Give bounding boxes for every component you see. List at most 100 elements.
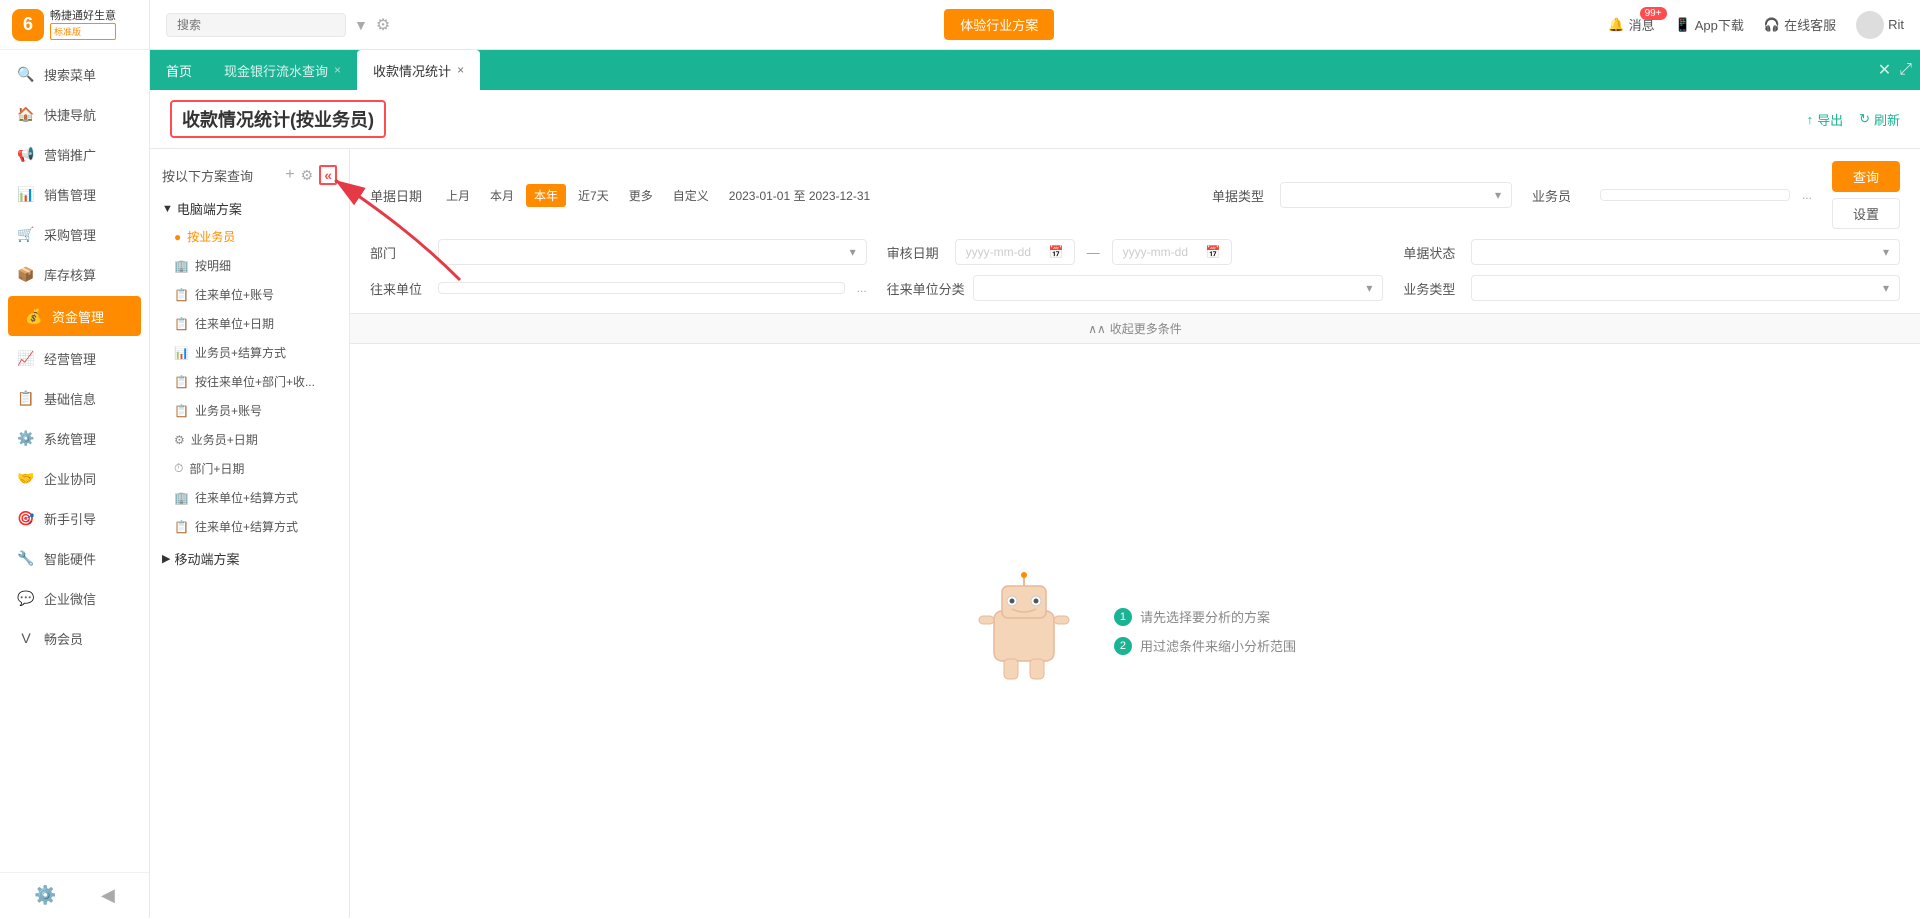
dropdown-icon[interactable]: ▼ xyxy=(354,17,368,33)
filter-docstatus-item: 单据状态 ▾ xyxy=(1403,239,1900,265)
scheme-item-salesman[interactable]: ● 按业务员 xyxy=(150,222,349,251)
filter-actions: 查询 设置 xyxy=(1832,161,1900,229)
tab-collection-stats[interactable]: 收款情况统计 × xyxy=(357,50,480,90)
counterpart-select[interactable] xyxy=(438,282,845,294)
operations-icon: 📈 xyxy=(16,348,36,368)
sidebar-item-basic[interactable]: 📋 基础信息 xyxy=(0,378,149,418)
tab-home-label: 首页 xyxy=(166,61,192,80)
search-input[interactable] xyxy=(166,13,346,37)
sidebar-item-quick-nav[interactable]: 🏠 快捷导航 xyxy=(0,94,149,134)
date-tab-more[interactable]: 更多 xyxy=(621,184,661,207)
sidebar-item-sales[interactable]: 📊 销售管理 xyxy=(0,174,149,214)
salesman-more-icon[interactable]: ... xyxy=(1802,188,1812,202)
date-tab-last-month[interactable]: 上月 xyxy=(438,184,478,207)
page-content: 收款情况统计(按业务员) ↑ 导出 ↻ 刷新 按以下方案查询 + xyxy=(150,90,1920,918)
sidebar-item-search[interactable]: 🔍 搜索菜单 xyxy=(0,54,149,94)
date-tab-custom[interactable]: 自定义 xyxy=(665,184,717,207)
review-date-from[interactable]: yyyy-mm-dd 📅 xyxy=(955,239,1075,265)
date-tab-this-year[interactable]: 本年 xyxy=(526,184,566,207)
scheme-item-unit-date[interactable]: 📋 往来单位+日期 xyxy=(150,309,349,338)
system-icon: ⚙️ xyxy=(16,428,36,448)
filter-row-1: 单据日期 上月 本月 本年 近7天 更多 自定义 2023-01-01 至 20… xyxy=(370,161,1900,229)
scheme-item-detail[interactable]: 🏢 按明细 xyxy=(150,251,349,280)
window-close-icon[interactable]: ✕ xyxy=(1878,60,1891,80)
user-avatar-item[interactable]: Rit xyxy=(1856,11,1904,39)
collapse-panel-icon[interactable]: « xyxy=(319,165,337,185)
doctype-select[interactable]: ▾ xyxy=(1280,182,1512,208)
scheme-item-unit-payment1[interactable]: 🏢 往来单位+结算方式 xyxy=(150,483,349,512)
salesman-select[interactable] xyxy=(1600,189,1790,201)
scheme-settings-icon[interactable]: ⚙ xyxy=(301,167,314,184)
review-date-from-value: yyyy-mm-dd xyxy=(966,245,1031,259)
sidebar-item-marketing[interactable]: 📢 营销推广 xyxy=(0,134,149,174)
export-button[interactable]: ↑ 导出 xyxy=(1807,110,1844,129)
sidebar-item-purchase[interactable]: 🛒 采购管理 xyxy=(0,214,149,254)
unit-account-icon: 📋 xyxy=(174,288,189,302)
sidebar-item-system[interactable]: ⚙️ 系统管理 xyxy=(0,418,149,458)
scheme-item-salesman-account[interactable]: 📋 业务员+账号 xyxy=(150,396,349,425)
docstatus-chevron: ▾ xyxy=(1883,245,1889,259)
date-range-display: 2023-01-01 至 2023-12-31 xyxy=(729,187,870,204)
salesman-payment-icon: 📊 xyxy=(174,346,189,360)
date-tab-this-month[interactable]: 本月 xyxy=(482,184,522,207)
collapse-label: 收起更多条件 xyxy=(1110,320,1182,337)
window-expand-icon[interactable]: ⤢ xyxy=(1899,61,1912,79)
scheme-item-dept-date[interactable]: ⏱ 部门+日期 xyxy=(150,454,349,483)
empty-state: 1 请先选择要分析的方案 2 用过滤条件来缩小分析范围 xyxy=(350,344,1920,918)
user-name: Rit xyxy=(1888,17,1904,32)
app-download-item[interactable]: 📱 App下载 xyxy=(1675,15,1744,34)
notification-item[interactable]: 🔔 消息 99+ xyxy=(1608,15,1654,34)
scheme-item-unit-payment2[interactable]: 📋 往来单位+结算方式 xyxy=(150,512,349,541)
filter-counterpart-classify-item: 往来单位分类 ▾ xyxy=(887,275,1384,301)
sidebar-settings-icon[interactable]: ⚙️ xyxy=(34,885,56,906)
tab-collection-stats-close[interactable]: × xyxy=(457,63,464,77)
unit-payment2-icon: 📋 xyxy=(174,520,189,534)
notification-badge: 99+ xyxy=(1640,7,1667,20)
panel-header-actions: + ⚙ « xyxy=(285,165,337,185)
counterpart-more-icon[interactable]: ... xyxy=(857,281,867,295)
gear-icon[interactable]: ⚙ xyxy=(376,15,390,35)
refresh-button[interactable]: ↻ 刷新 xyxy=(1859,110,1900,129)
mobile-scheme-arrow: ▶ xyxy=(162,552,170,565)
collapse-icon: ∧∧ xyxy=(1088,322,1106,336)
left-panel: 按以下方案查询 + ⚙ « ▼ 电脑端方案 ● 按业务员 xyxy=(150,149,350,918)
export-icon: ↑ xyxy=(1807,112,1814,127)
sidebar-item-inventory[interactable]: 📦 库存核算 xyxy=(0,254,149,294)
page-header: 收款情况统计(按业务员) ↑ 导出 ↻ 刷新 xyxy=(150,90,1920,149)
review-date-to[interactable]: yyyy-mm-dd 📅 xyxy=(1112,239,1232,265)
sidebar-item-wechat[interactable]: 💬 企业微信 xyxy=(0,578,149,618)
filter-area: 单据日期 上月 本月 本年 近7天 更多 自定义 2023-01-01 至 20… xyxy=(350,149,1920,314)
pc-scheme-header[interactable]: ▼ 电脑端方案 xyxy=(150,195,349,222)
scheme-item-unit-dept-collect[interactable]: 📋 按往来单位+部门+收... xyxy=(150,367,349,396)
tab-home[interactable]: 首页 xyxy=(150,50,208,90)
scheme-item-salesman-date[interactable]: ⚙ 业务员+日期 xyxy=(150,425,349,454)
sidebar-item-finance[interactable]: 💰 资金管理 xyxy=(8,296,141,336)
sidebar-item-member[interactable]: V 畅会员 xyxy=(0,618,149,658)
scheme-item-unit-account[interactable]: 📋 往来单位+账号 xyxy=(150,280,349,309)
setting-button[interactable]: 设置 xyxy=(1832,198,1900,229)
unit-payment1-icon: 🏢 xyxy=(174,491,189,505)
query-button[interactable]: 查询 xyxy=(1832,161,1900,192)
sidebar-collapse-icon[interactable]: ◀ xyxy=(101,885,115,906)
docstatus-select[interactable]: ▾ xyxy=(1471,239,1900,265)
scheme-item-salesman-payment[interactable]: 📊 业务员+结算方式 xyxy=(150,338,349,367)
mobile-scheme-header[interactable]: ▶ 移动端方案 xyxy=(150,545,349,572)
add-scheme-icon[interactable]: + xyxy=(285,166,294,184)
sidebar-item-hardware[interactable]: 🔧 智能硬件 xyxy=(0,538,149,578)
tab-bank-flow-label: 现金银行流水查询 xyxy=(224,61,328,80)
scheme-item-unit-payment1-label: 往来单位+结算方式 xyxy=(195,489,298,506)
sidebar-item-enterprise[interactable]: 🤝 企业协同 xyxy=(0,458,149,498)
trial-button[interactable]: 体验行业方案 xyxy=(944,9,1054,40)
sidebar-item-guide[interactable]: 🎯 新手引导 xyxy=(0,498,149,538)
filter-date-item: 单据日期 上月 本月 本年 近7天 更多 自定义 2023-01-01 至 20… xyxy=(370,184,1192,207)
collapse-bar[interactable]: ∧∧ 收起更多条件 xyxy=(350,314,1920,344)
tab-bank-flow-close[interactable]: × xyxy=(334,63,341,77)
dept-select[interactable]: ▾ xyxy=(438,239,867,265)
counterpart-classify-select[interactable]: ▾ xyxy=(973,275,1384,301)
online-service-label: 在线客服 xyxy=(1784,15,1836,34)
sidebar-item-operations[interactable]: 📈 经营管理 xyxy=(0,338,149,378)
tab-bank-flow[interactable]: 现金银行流水查询 × xyxy=(208,50,357,90)
online-service-item[interactable]: 🎧 在线客服 xyxy=(1764,15,1836,34)
date-tab-7days[interactable]: 近7天 xyxy=(570,184,617,207)
business-type-select[interactable]: ▾ xyxy=(1471,275,1900,301)
